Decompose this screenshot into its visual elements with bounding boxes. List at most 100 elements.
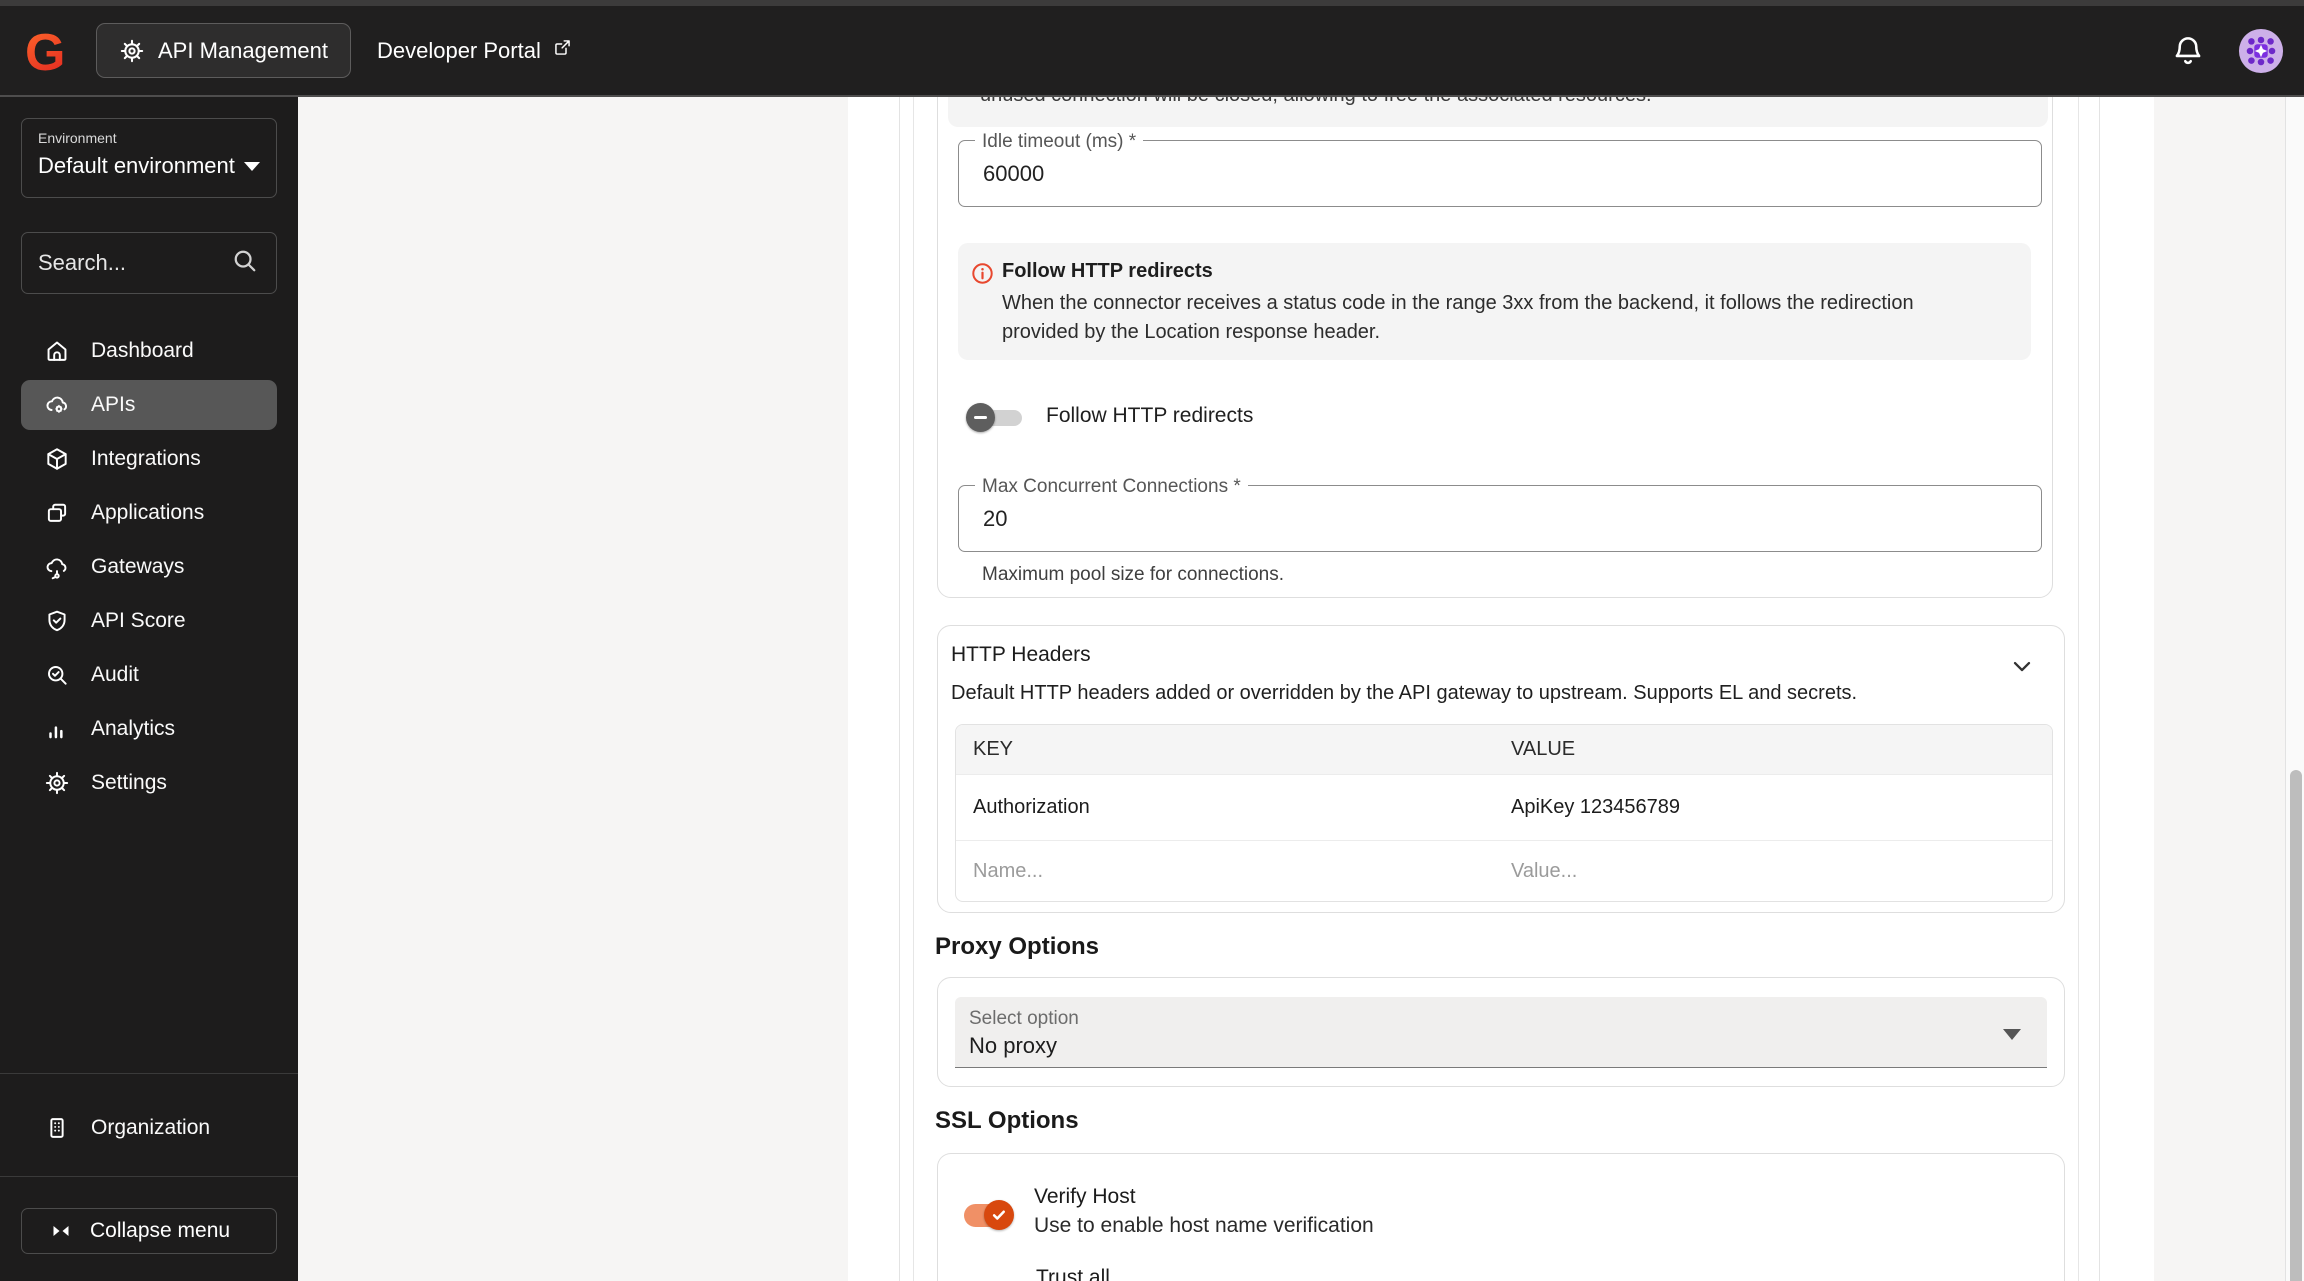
toggle-thumb	[966, 403, 995, 432]
proxy-select[interactable]: Select option No proxy	[955, 997, 2047, 1068]
table-row: Authorization ApiKey 123456789	[956, 774, 2052, 840]
sidebar-item-integrations[interactable]: Integrations	[21, 434, 277, 484]
trust-all-title: Trust all	[1036, 1266, 1110, 1281]
sidebar-item-label: Organization	[91, 1116, 211, 1139]
sidebar-nav: Dashboard APIs Integrations Applications…	[21, 326, 277, 812]
sidebar-item-label: APIs	[91, 393, 136, 416]
verify-host-title: Verify Host	[1034, 1185, 1136, 1208]
magnifier-check-icon	[44, 662, 70, 688]
idle-timeout-label: Idle timeout (ms) *	[975, 131, 1144, 153]
column-header-key: KEY	[973, 738, 1014, 760]
verify-host-toggle[interactable]	[964, 1200, 1016, 1230]
follow-redirects-toggle[interactable]	[966, 403, 1024, 433]
main-content: unused connection will be closed, allowi…	[298, 97, 2304, 1281]
sidebar-item-settings[interactable]: Settings	[21, 758, 277, 808]
environment-selector[interactable]: Environment Default environment	[21, 118, 277, 198]
sidebar-item-label: Analytics	[91, 717, 176, 740]
http-headers-title: HTTP Headers	[951, 643, 1091, 666]
proxy-options-card: Select option No proxy	[937, 977, 2065, 1087]
max-connections-label: Max Concurrent Connections *	[975, 476, 1248, 498]
sidebar-item-label: Applications	[91, 501, 205, 524]
external-link-icon	[552, 37, 573, 64]
notifications-bell-icon[interactable]	[2170, 32, 2206, 70]
search-placeholder: Search...	[38, 250, 127, 275]
environment-label: Environment	[38, 130, 117, 146]
sidebar-item-label: Integrations	[91, 447, 201, 470]
ssl-options-heading: SSL Options	[935, 1107, 1079, 1134]
home-icon	[44, 338, 70, 364]
developer-portal-label: Developer Portal	[376, 37, 541, 63]
search-input[interactable]: Search...	[21, 232, 277, 294]
cloud-node-icon	[44, 554, 70, 580]
sidebar-item-dashboard[interactable]: Dashboard	[21, 326, 277, 376]
bar-chart-icon	[44, 716, 70, 742]
gravitee-logo-icon[interactable]: G	[24, 25, 74, 77]
building-icon	[44, 1115, 70, 1141]
idle-timeout-field[interactable]: Idle timeout (ms) * 60000	[958, 131, 2042, 207]
idle-timeout-note: unused connection will be closed, allowi…	[948, 97, 2048, 127]
sidebar-item-audit[interactable]: Audit	[21, 650, 277, 700]
info-icon	[971, 262, 994, 290]
sidebar-item-applications[interactable]: Applications	[21, 488, 277, 538]
shield-check-icon	[44, 608, 70, 634]
chevron-down-icon[interactable]	[2008, 652, 2036, 685]
new-value-input[interactable]: Value...	[1511, 860, 2052, 883]
http-headers-description: Default HTTP headers added or overridden…	[951, 682, 1858, 704]
sidebar-item-label: Dashboard	[91, 339, 194, 362]
toggle-thumb	[984, 1200, 1014, 1230]
follow-redirects-info-title: Follow HTTP redirects	[1002, 260, 1213, 282]
api-management-label: API Management	[158, 37, 328, 63]
topbar-right	[2170, 28, 2284, 74]
collapse-arrows-icon	[48, 1218, 74, 1244]
sidebar-item-label: Settings	[91, 771, 167, 794]
divider	[0, 1073, 298, 1074]
collapse-menu-button[interactable]: Collapse menu	[21, 1208, 277, 1254]
header-value-cell[interactable]: ApiKey 123456789	[1511, 796, 2052, 819]
idle-timeout-value: 60000	[983, 161, 1045, 186]
sidebar-item-apis[interactable]: APIs	[21, 380, 277, 430]
topbar: G API Management Developer Portal	[0, 0, 2304, 97]
windows-stack-icon	[44, 500, 70, 526]
max-connections-value: 20	[983, 506, 1008, 531]
sidebar-item-label: Gateways	[91, 555, 185, 578]
sidebar-item-analytics[interactable]: Analytics	[21, 704, 277, 754]
http-headers-table: KEY VALUE Authorization ApiKey 123456789…	[955, 724, 2053, 902]
dropdown-arrow-icon	[2003, 1029, 2021, 1040]
proxy-options-heading: Proxy Options	[935, 933, 1100, 960]
user-avatar[interactable]	[2238, 28, 2284, 74]
proxy-select-label: Select option	[969, 1008, 1079, 1029]
sidebar-item-label: API Score	[91, 609, 186, 632]
scrollbar-track[interactable]	[2285, 97, 2304, 1281]
search-icon	[230, 246, 260, 281]
divider	[0, 1176, 298, 1177]
minus-icon	[974, 416, 987, 419]
follow-redirects-info: Follow HTTP redirects When the connector…	[958, 243, 2031, 360]
follow-redirects-toggle-label: Follow HTTP redirects	[1046, 404, 1254, 427]
max-connections-field[interactable]: Max Concurrent Connections * 20	[958, 476, 2042, 552]
http-headers-card: HTTP Headers Default HTTP headers added …	[937, 625, 2065, 913]
new-key-input[interactable]: Name...	[956, 860, 1511, 883]
sidebar-item-api-score[interactable]: API Score	[21, 596, 277, 646]
proxy-select-value: No proxy	[969, 1033, 1058, 1058]
verify-host-description: Use to enable host name verification	[1034, 1214, 1374, 1237]
cloud-gear-icon	[44, 392, 70, 418]
chevron-down-icon	[244, 161, 260, 171]
developer-portal-link[interactable]: Developer Portal	[377, 37, 573, 64]
gear-icon	[44, 770, 70, 796]
sidebar-item-label: Audit	[91, 663, 139, 686]
environment-value: Default environment	[38, 153, 235, 178]
gear-icon	[119, 38, 145, 64]
sidebar-item-organization[interactable]: Organization	[21, 1102, 277, 1154]
check-icon	[992, 1210, 1005, 1220]
svg-text:G: G	[25, 25, 65, 77]
column-header-value: VALUE	[1511, 738, 1576, 760]
header-key-cell[interactable]: Authorization	[956, 796, 1511, 819]
cube-icon	[44, 446, 70, 472]
sidebar-item-gateways[interactable]: Gateways	[21, 542, 277, 592]
ssl-options-card: Verify Host Use to enable host name veri…	[937, 1153, 2065, 1281]
follow-redirects-info-body: When the connector receives a status cod…	[1002, 292, 1914, 343]
idle-timeout-note-text: unused connection will be closed, allowi…	[980, 97, 1652, 107]
scrollbar-thumb[interactable]	[2290, 770, 2302, 1281]
sidebar: Environment Default environment Search..…	[0, 97, 298, 1281]
api-management-switcher[interactable]: API Management	[96, 23, 351, 78]
